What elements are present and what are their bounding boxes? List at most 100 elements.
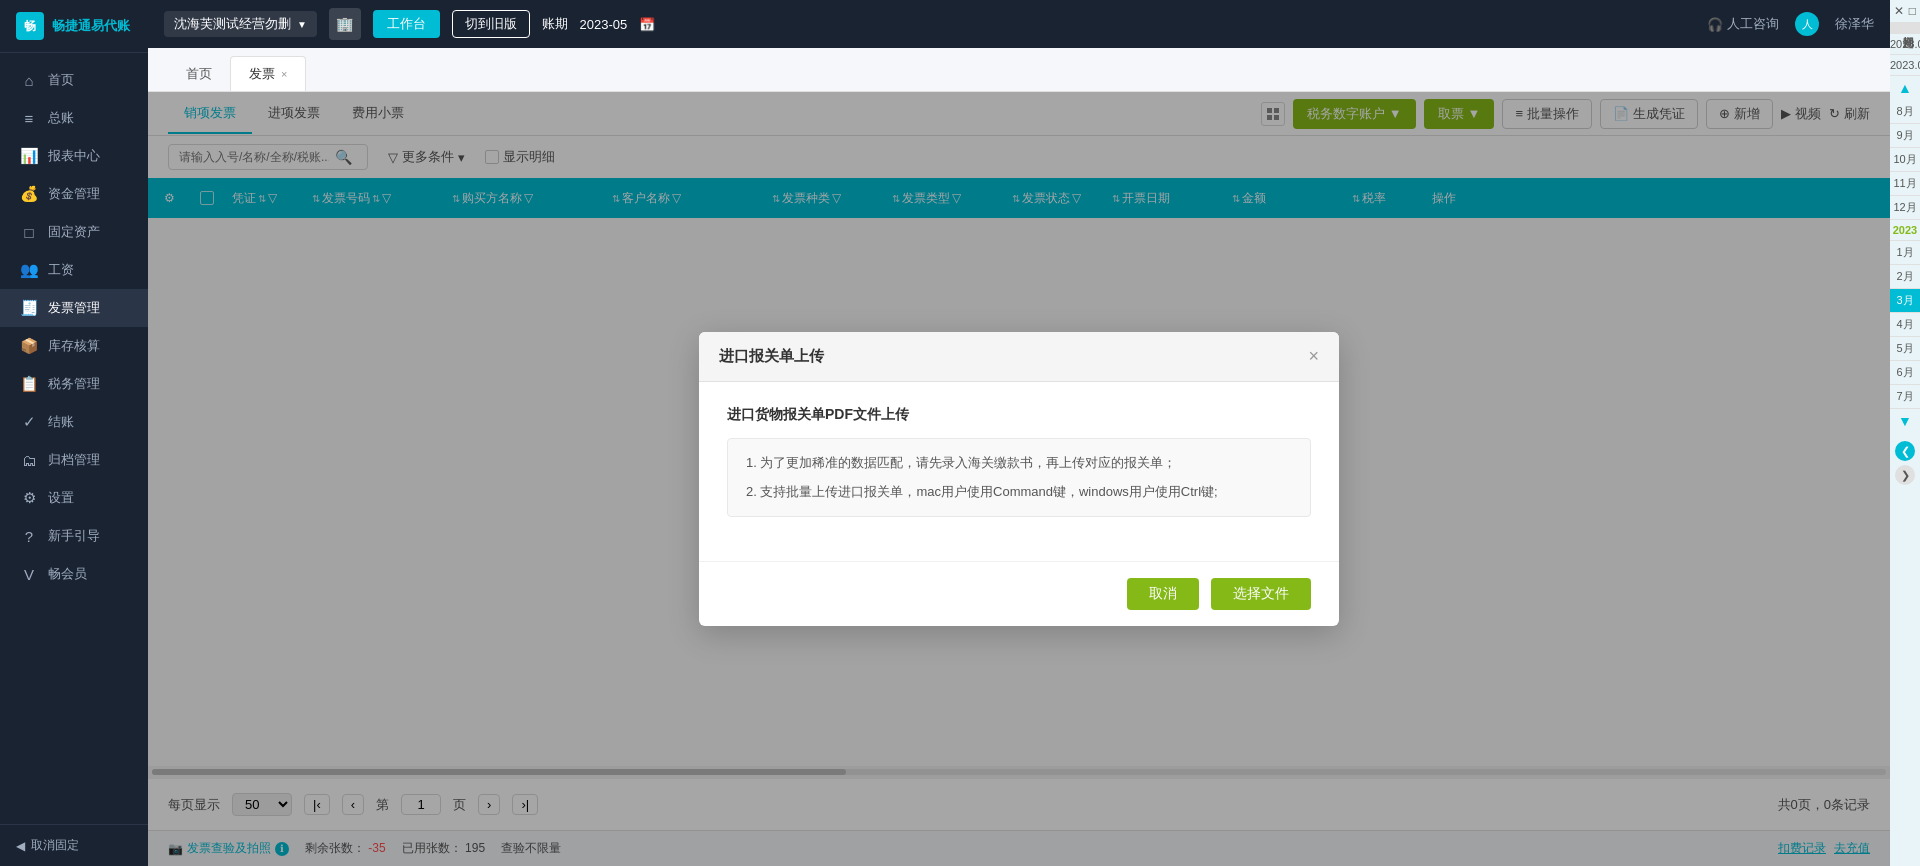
sidebar-item-label: 设置 xyxy=(48,489,74,507)
modal-header: 进口报关单上传 × xyxy=(699,332,1339,382)
modal-body: 进口货物报关单PDF文件上传 1. 为了更加稀准的数据匹配，请先录入海关缴款书，… xyxy=(699,382,1339,562)
month-item-0[interactable]: 2023.03 xyxy=(1890,34,1920,55)
modal-title: 进口报关单上传 xyxy=(719,347,824,366)
month-item-14[interactable]: 7月 xyxy=(1890,385,1920,409)
company-icon-btn[interactable]: 🏢 xyxy=(329,8,361,40)
sidebar-item-settings[interactable]: ⚙ 设置 xyxy=(0,479,148,517)
sidebar-item-close[interactable]: ✓ 结账 xyxy=(0,403,148,441)
month-item-13[interactable]: 6月 xyxy=(1890,361,1920,385)
sidebar-item-funds[interactable]: 💰 资金管理 xyxy=(0,175,148,213)
month-item-4[interactable]: 10月 xyxy=(1890,148,1920,172)
expand-icon[interactable]: ❯ xyxy=(1895,465,1915,485)
sidebar-item-member[interactable]: V 畅会员 xyxy=(0,555,148,593)
support-btn[interactable]: 🎧 人工咨询 xyxy=(1707,15,1779,33)
modal-select-file-btn[interactable]: 选择文件 xyxy=(1211,578,1311,610)
company-building-icon: 🏢 xyxy=(336,16,353,32)
archive-icon: 🗂 xyxy=(20,452,38,469)
company-selector[interactable]: 沈海芙测试经营勿删 ▼ xyxy=(164,11,317,37)
sidebar-item-label: 首页 xyxy=(48,71,74,89)
month-item-6[interactable]: 12月 xyxy=(1890,196,1920,220)
month-item-5[interactable]: 11月 xyxy=(1890,172,1920,196)
sidebar-item-fixed-assets[interactable]: □ 固定资产 xyxy=(0,213,148,251)
month-item-10[interactable]: 3月 xyxy=(1890,289,1920,313)
workspace-button[interactable]: 工作台 xyxy=(373,10,440,38)
modal-info-item-1: 1. 为了更加稀准的数据匹配，请先录入海关缴款书，再上传对应的报关单； xyxy=(746,453,1292,474)
modal-overlay[interactable]: 进口报关单上传 × 进口货物报关单PDF文件上传 1. 为了更加稀准的数据匹配，… xyxy=(148,92,1890,866)
modal-section-title: 进口货物报关单PDF文件上传 xyxy=(727,406,1311,424)
sidebar-item-label: 工资 xyxy=(48,261,74,279)
sidebar-item-label: 归档管理 xyxy=(48,451,100,469)
invoices-icon: 🧾 xyxy=(20,299,38,317)
collapse-icon[interactable]: ❮ xyxy=(1895,441,1915,461)
modal-info-box: 1. 为了更加稀准的数据匹配，请先录入海关缴款书，再上传对应的报关单； 2. 支… xyxy=(727,438,1311,518)
nav-down-btn[interactable]: ▼ xyxy=(1894,409,1916,433)
company-dropdown-icon: ▼ xyxy=(297,19,307,30)
sidebar-footer-label: 取消固定 xyxy=(31,837,79,854)
switch-version-button[interactable]: 切到旧版 xyxy=(452,10,530,38)
import-customs-modal: 进口报关单上传 × 进口货物报关单PDF文件上传 1. 为了更加稀准的数据匹配，… xyxy=(699,332,1339,627)
calendar-icon[interactable]: 📅 xyxy=(639,17,655,32)
tax-icon: 📋 xyxy=(20,375,38,393)
sidebar-item-label: 新手引导 xyxy=(48,527,100,545)
sidebar-item-payroll[interactable]: 👥 工资 xyxy=(0,251,148,289)
home-icon: ⌂ xyxy=(20,72,38,89)
month-item-11[interactable]: 4月 xyxy=(1890,313,1920,337)
month-item-1[interactable]: 2023.03 xyxy=(1890,55,1920,76)
topbar: 沈海芙测试经营勿删 ▼ 🏢 工作台 切到旧版 账期 2023-05 📅 🎧 人工… xyxy=(148,0,1890,48)
ledger-icon: ≡ xyxy=(20,110,38,127)
sidebar-item-label: 税务管理 xyxy=(48,375,100,393)
panel-top-controls: ✕ □ xyxy=(1890,0,1920,22)
tabbar: 首页 发票 × xyxy=(148,48,1890,92)
modal-close-btn[interactable]: × xyxy=(1308,346,1319,367)
sidebar-logo: 畅 畅捷通易代账 xyxy=(0,0,148,53)
modal-cancel-btn[interactable]: 取消 xyxy=(1127,578,1199,610)
tab-close-icon[interactable]: × xyxy=(281,68,287,80)
panel-close-btn[interactable]: ✕ xyxy=(1894,4,1904,18)
guide-icon: ? xyxy=(20,528,38,545)
panel-expand2-btn[interactable]: ❯ xyxy=(1895,465,1915,485)
sidebar-item-label: 库存核算 xyxy=(48,337,100,355)
month-item-3[interactable]: 9月 xyxy=(1890,124,1920,148)
panel-collapse-btn[interactable]: ❮ xyxy=(1895,441,1915,461)
modal-info-item-2: 2. 支持批量上传进口报关单，mac用户使用Command键，windows用户… xyxy=(746,482,1292,503)
user-avatar[interactable]: 人 xyxy=(1795,12,1819,36)
month-item-2[interactable]: 8月 xyxy=(1890,100,1920,124)
tab-invoice[interactable]: 发票 × xyxy=(230,56,306,91)
topbar-right: 🎧 人工咨询 人 徐泽华 xyxy=(1707,12,1874,36)
sidebar-item-home[interactable]: ⌂ 首页 xyxy=(0,61,148,99)
month-item-9[interactable]: 2月 xyxy=(1890,265,1920,289)
sidebar: 畅 畅捷通易代账 ⌂ 首页 ≡ 总账 📊 报表中心 💰 资金管理 □ 固定资产 … xyxy=(0,0,148,866)
sidebar-item-label: 报表中心 xyxy=(48,147,100,165)
member-icon: V xyxy=(20,566,38,583)
month-item-year[interactable]: 2023 xyxy=(1890,220,1920,241)
sidebar-item-label: 发票管理 xyxy=(48,299,100,317)
user-name: 徐泽华 xyxy=(1835,15,1874,33)
sidebar-item-archive[interactable]: 🗂 归档管理 xyxy=(0,441,148,479)
sidebar-item-guide[interactable]: ? 新手引导 xyxy=(0,517,148,555)
fixed-assets-icon: □ xyxy=(20,224,38,241)
payroll-icon: 👥 xyxy=(20,261,38,279)
home-tab-label: 首页 xyxy=(186,65,212,83)
nav-up-btn[interactable]: ▲ xyxy=(1894,76,1916,100)
inventory-icon: 📦 xyxy=(20,337,38,355)
period-display: 账期 2023-05 📅 xyxy=(542,15,655,33)
month-item-8[interactable]: 1月 xyxy=(1890,241,1920,265)
sidebar-item-inventory[interactable]: 📦 库存核算 xyxy=(0,327,148,365)
sidebar-item-label: 畅会员 xyxy=(48,565,87,583)
month-list: 2023.03 2023.03 ▲ 8月 9月 10月 11月 12月 2023… xyxy=(1890,34,1920,485)
company-name: 沈海芙测试经营勿删 xyxy=(174,15,291,33)
sidebar-item-label: 固定资产 xyxy=(48,223,100,241)
pin-icon: ◀ xyxy=(16,839,25,853)
sidebar-item-reports[interactable]: 📊 报表中心 xyxy=(0,137,148,175)
right-panel: ✕ □ 期间选择 2023.03 2023.03 ▲ 8月 9月 10月 11月… xyxy=(1890,0,1920,866)
month-item-12[interactable]: 5月 xyxy=(1890,337,1920,361)
invoice-tab-label: 发票 xyxy=(249,65,275,83)
sidebar-item-ledger[interactable]: ≡ 总账 xyxy=(0,99,148,137)
panel-expand-btn[interactable]: □ xyxy=(1909,4,1916,18)
period-select-label[interactable]: 期间选择 xyxy=(1890,22,1920,34)
tab-home[interactable]: 首页 xyxy=(168,57,230,91)
sidebar-item-label: 结账 xyxy=(48,413,74,431)
sidebar-toggle[interactable]: ◀ 取消固定 xyxy=(0,824,148,866)
sidebar-item-tax[interactable]: 📋 税务管理 xyxy=(0,365,148,403)
sidebar-item-invoices[interactable]: 🧾 发票管理 xyxy=(0,289,148,327)
